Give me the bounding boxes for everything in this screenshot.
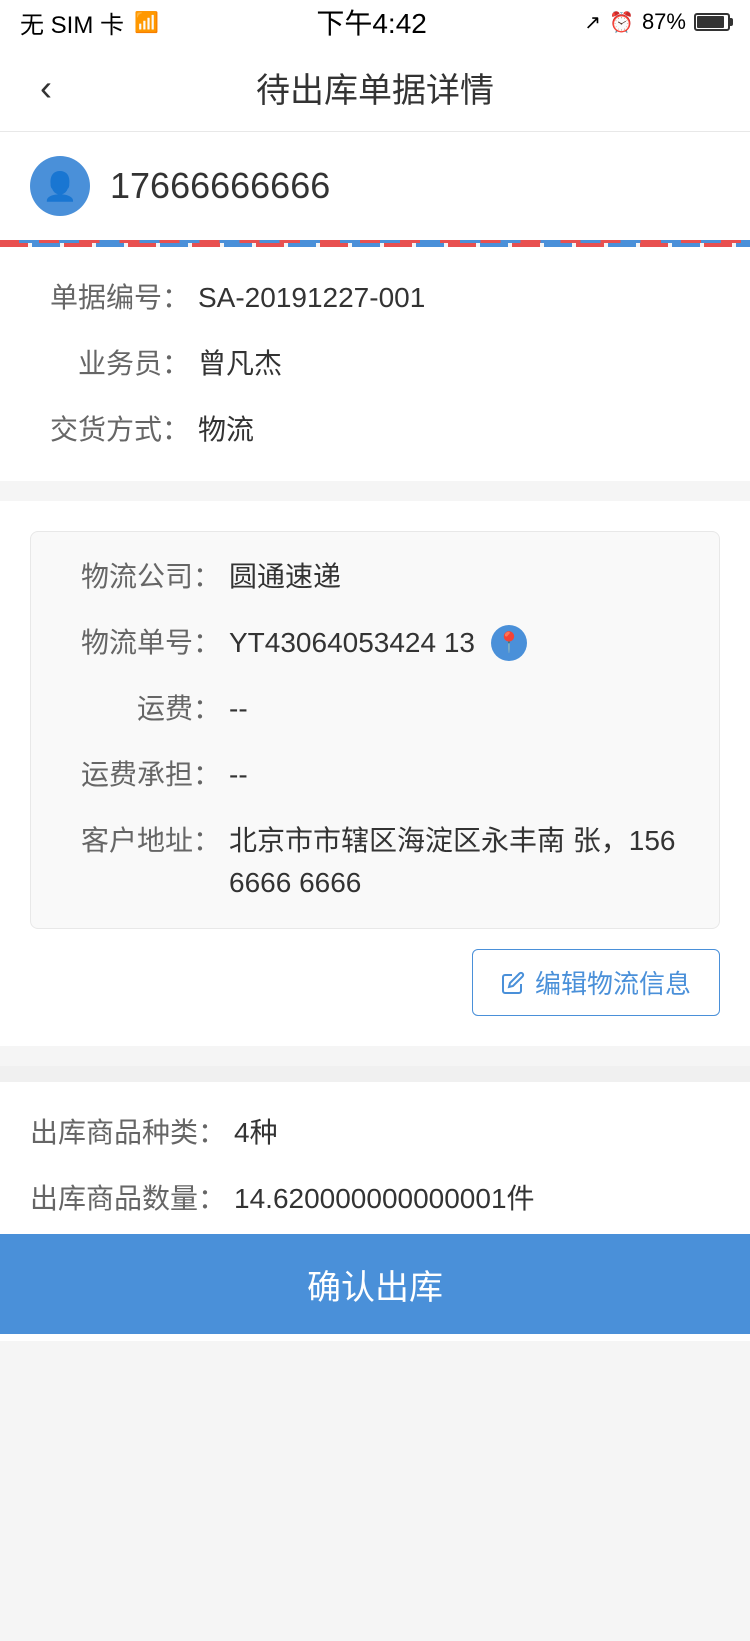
logistics-company-row: 物流公司： 圆通速递	[61, 556, 689, 598]
logistics-box: 物流公司： 圆通速递 物流单号： YT43064053424 13 📍 运费： …	[30, 531, 720, 929]
tracking-no-text: YT43064053424 13	[229, 622, 475, 664]
freight-bearer-row: 运费承担： --	[61, 754, 689, 796]
customer-phone: 17666666666	[110, 165, 330, 207]
carrier-label: 无 SIM 卡	[20, 5, 124, 40]
battery-icon	[694, 13, 730, 31]
product-type-label: 出库商品种类：	[30, 1112, 226, 1154]
delivery-method-value: 物流	[190, 409, 720, 451]
alarm-icon: ⏰	[609, 10, 634, 35]
logistics-company-value: 圆通速递	[221, 556, 689, 598]
content-area	[0, 1341, 750, 1541]
salesperson-row: 业务员： 曾凡杰	[30, 343, 720, 385]
avatar-icon: 👤	[43, 170, 78, 203]
wifi-icon: 📶	[134, 10, 159, 35]
edit-logistics-label: 编辑物流信息	[535, 964, 691, 1001]
freight-value: --	[221, 688, 689, 730]
address-value: 北京市市辖区海淀区永丰南 张，156 6666 6666	[221, 820, 689, 904]
status-time: 下午4:42	[316, 2, 427, 42]
salesperson-label: 业务员：	[30, 343, 190, 385]
delivery-method-row: 交货方式： 物流	[30, 409, 720, 451]
order-info-section: 单据编号： SA-20191227-001 业务员： 曾凡杰 交货方式： 物流	[0, 247, 750, 481]
product-type-value: 4种	[226, 1112, 720, 1154]
edit-logistics-button[interactable]: 编辑物流信息	[472, 949, 720, 1016]
logistics-company-label: 物流公司：	[61, 556, 221, 598]
section-divider	[0, 1066, 750, 1082]
status-right: ↗ ⏰ 87%	[584, 9, 730, 35]
status-bar: 无 SIM 卡 📶 下午4:42 ↗ ⏰ 87%	[0, 0, 750, 44]
product-quantity-label: 出库商品数量：	[30, 1178, 226, 1220]
freight-bearer-label: 运费承担：	[61, 754, 221, 796]
gps-icon: ↗	[584, 10, 601, 35]
tracking-no-row: 物流单号： YT43064053424 13 📍	[61, 622, 689, 664]
salesperson-value: 曾凡杰	[190, 343, 720, 385]
back-button[interactable]: ‹	[30, 57, 62, 119]
logistics-section: 物流公司： 圆通速递 物流单号： YT43064053424 13 📍 运费： …	[0, 501, 750, 1046]
location-pin-icon: 📍	[497, 628, 522, 658]
edit-icon	[501, 971, 525, 995]
location-icon[interactable]: 📍	[491, 625, 527, 661]
tracking-no-label: 物流单号：	[61, 622, 221, 664]
status-left: 无 SIM 卡 📶	[20, 5, 159, 40]
battery-percent: 87%	[642, 9, 686, 35]
customer-header: 👤 17666666666	[0, 132, 750, 243]
edit-btn-row: 编辑物流信息	[30, 949, 720, 1016]
confirm-button-label: 确认出库	[307, 1260, 443, 1309]
freight-bearer-value: --	[221, 754, 689, 796]
freight-row: 运费： --	[61, 688, 689, 730]
delivery-method-label: 交货方式：	[30, 409, 190, 451]
product-type-row: 出库商品种类： 4种	[30, 1112, 720, 1154]
order-no-label: 单据编号：	[30, 277, 190, 319]
order-no-row: 单据编号： SA-20191227-001	[30, 277, 720, 319]
order-no-value: SA-20191227-001	[190, 277, 720, 319]
freight-label: 运费：	[61, 688, 221, 730]
product-quantity-row: 出库商品数量： 14.620000000000001件	[30, 1178, 720, 1220]
address-label: 客户地址：	[61, 820, 221, 862]
avatar: 👤	[30, 156, 90, 216]
address-row: 客户地址： 北京市市辖区海淀区永丰南 张，156 6666 6666	[61, 820, 689, 904]
nav-bar: ‹ 待出库单据详情	[0, 44, 750, 132]
tracking-no-value: YT43064053424 13 📍	[221, 622, 689, 664]
product-quantity-value: 14.620000000000001件	[226, 1178, 720, 1220]
confirm-button[interactable]: 确认出库	[0, 1234, 750, 1334]
page-title: 待出库单据详情	[256, 63, 494, 112]
